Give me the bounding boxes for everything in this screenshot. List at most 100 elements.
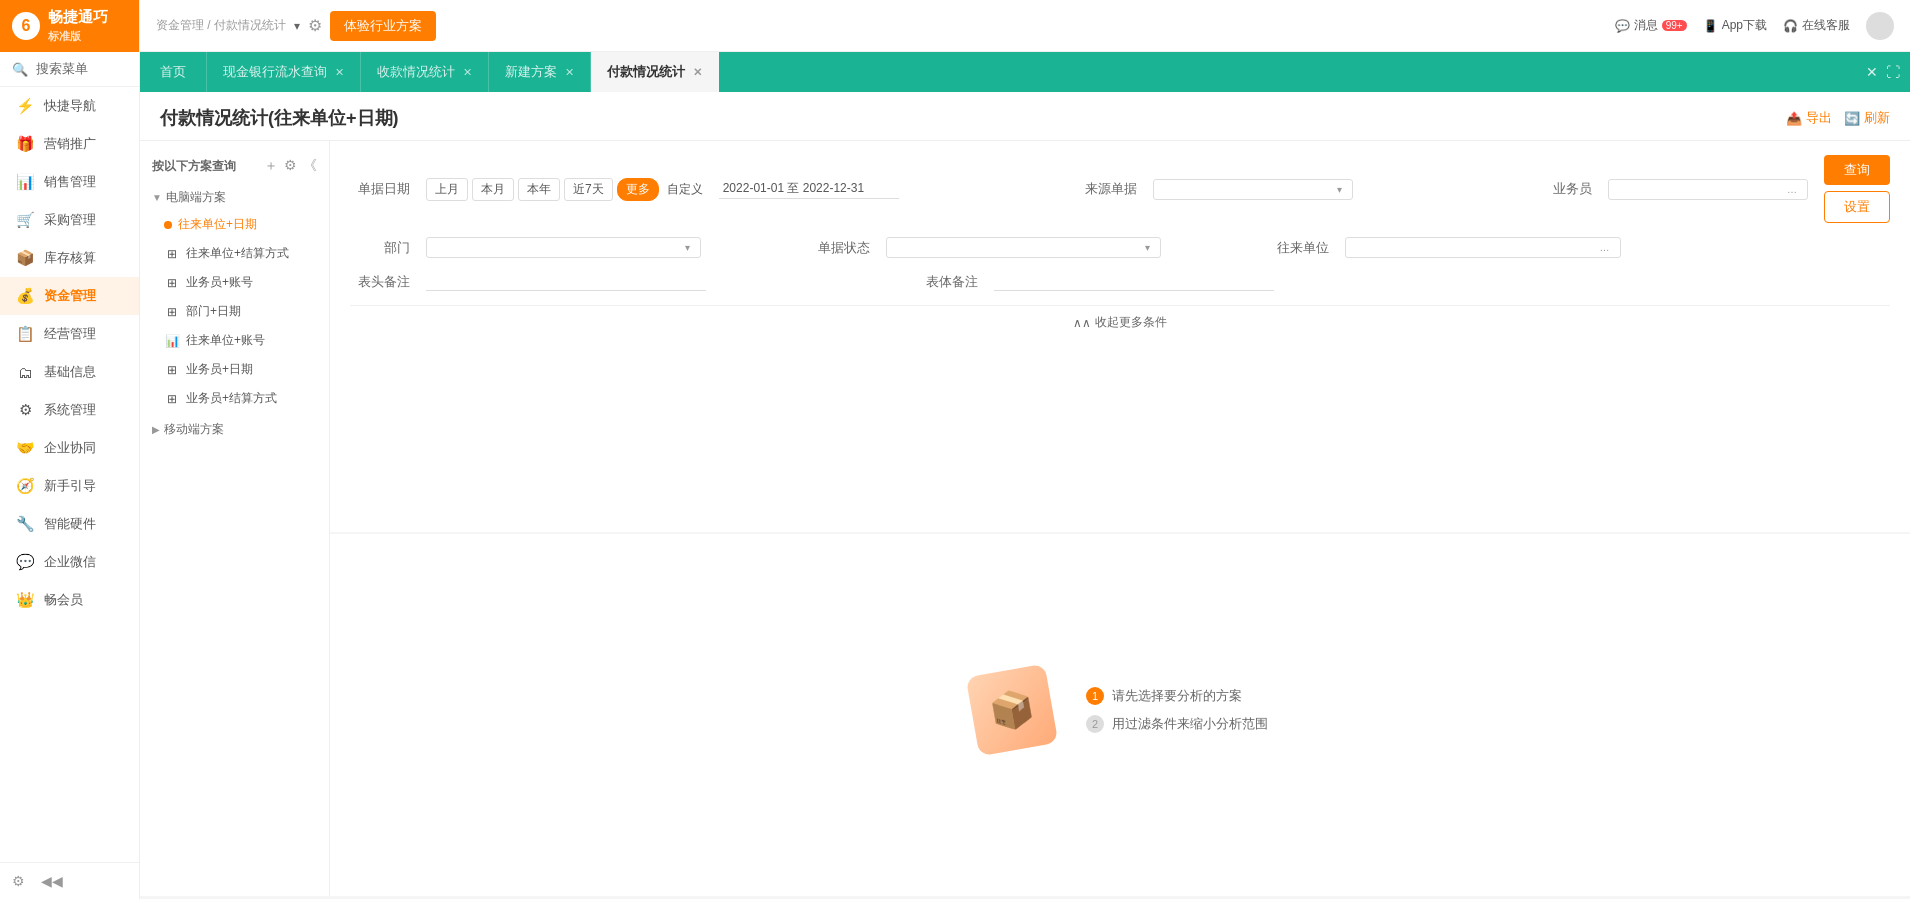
this-year-btn[interactable]: 本年 bbox=[518, 178, 560, 201]
user-avatar[interactable] bbox=[1866, 12, 1894, 40]
trial-btn[interactable]: 体验行业方案 bbox=[330, 11, 436, 41]
sidebar-item-label: 畅会员 bbox=[44, 591, 83, 609]
doc-status-select[interactable]: ▾ bbox=[886, 237, 1161, 258]
tab-close-icon[interactable]: ✕ bbox=[565, 66, 574, 79]
sidebar-item-operation[interactable]: 📋 经营管理 bbox=[0, 315, 139, 353]
settings-gear-btn[interactable]: ⚙ bbox=[308, 16, 322, 35]
export-btn[interactable]: 📤 导出 bbox=[1786, 109, 1832, 127]
tab-close-icon[interactable]: ✕ bbox=[335, 66, 344, 79]
sidebar-item-hardware[interactable]: 🔧 智能硬件 bbox=[0, 505, 139, 543]
scheme-item-contact-settle[interactable]: ⊞ 往来单位+结算方式 bbox=[140, 239, 329, 268]
empty-tip-2: 2 用过滤条件来缩小分析范围 bbox=[1086, 715, 1268, 733]
logo-text: 畅捷通巧 bbox=[48, 8, 108, 27]
tab-maximize-icon[interactable]: ⛶ bbox=[1886, 64, 1900, 80]
sidebar-item-marketing[interactable]: 🎁 营销推广 bbox=[0, 125, 139, 163]
refresh-btn[interactable]: 🔄 刷新 bbox=[1844, 109, 1890, 127]
app-download-btn[interactable]: 📱 App下载 bbox=[1703, 17, 1767, 34]
mobile-scheme-title[interactable]: ▶ 移动端方案 bbox=[140, 417, 329, 442]
tab-home[interactable]: 首页 bbox=[140, 52, 207, 92]
this-month-btn[interactable]: 本月 bbox=[472, 178, 514, 201]
date-input[interactable] bbox=[719, 180, 899, 199]
scheme-item-contact-date[interactable]: 往来单位+日期 bbox=[140, 210, 329, 239]
collapse-label: 收起更多条件 bbox=[1095, 314, 1167, 331]
tab-receipt-stat[interactable]: 收款情况统计 ✕ bbox=[361, 52, 489, 92]
tab-new-scheme[interactable]: 新建方案 ✕ bbox=[489, 52, 591, 92]
marketing-icon: 🎁 bbox=[16, 135, 34, 153]
sidebar-search[interactable]: 🔍 搜索菜单 bbox=[0, 52, 139, 87]
query-btn[interactable]: 查询 bbox=[1824, 155, 1890, 185]
scheme-item-label: 部门+日期 bbox=[186, 303, 241, 320]
sidebar-item-label: 销售管理 bbox=[44, 173, 96, 191]
collapse-arrow-icon: ▼ bbox=[152, 192, 162, 203]
breadcrumb-dropdown[interactable]: ▾ bbox=[294, 19, 300, 33]
chevron-down-icon: ▾ bbox=[1337, 184, 1342, 195]
sidebar-item-label: 营销推广 bbox=[44, 135, 96, 153]
collapse-btn[interactable]: ∧∧ 收起更多条件 bbox=[1073, 314, 1167, 331]
finance-icon: 💰 bbox=[16, 287, 34, 305]
scheme-panel: 按以下方案查询 ＋ ⚙ 《 ▼ 电脑端方案 往来单位+日期 ⊞ bbox=[140, 141, 330, 896]
add-scheme-btn[interactable]: ＋ bbox=[264, 157, 278, 175]
sidebar-item-enterprise[interactable]: 🤝 企业协同 bbox=[0, 429, 139, 467]
desktop-scheme-label: 电脑端方案 bbox=[166, 189, 226, 206]
body-note-input[interactable] bbox=[994, 272, 1274, 291]
header-note-input[interactable] bbox=[426, 272, 706, 291]
chevron-down-icon: ▾ bbox=[294, 19, 300, 33]
mobile-scheme-group: ▶ 移动端方案 bbox=[140, 417, 329, 442]
sidebar-nav: ⚡ 快捷导航 🎁 营销推广 📊 销售管理 🛒 采购管理 📦 库存核算 💰 资金管… bbox=[0, 87, 139, 862]
operation-icon: 📋 bbox=[16, 325, 34, 343]
more-btn[interactable]: 更多 bbox=[617, 178, 659, 201]
body-note-label: 表体备注 bbox=[918, 273, 978, 291]
ellipsis-icon: … bbox=[1600, 242, 1610, 253]
sidebar-item-member[interactable]: 👑 畅会员 bbox=[0, 581, 139, 619]
dept-select[interactable]: ▾ bbox=[426, 237, 701, 258]
sidebar-item-finance[interactable]: 💰 资金管理 bbox=[0, 277, 139, 315]
purchase-icon: 🛒 bbox=[16, 211, 34, 229]
tip-num-1: 1 bbox=[1086, 687, 1104, 705]
tab-close-icon[interactable]: ✕ bbox=[693, 66, 702, 79]
scheme-item-dept-date[interactable]: ⊞ 部门+日期 bbox=[140, 297, 329, 326]
chevron-down-icon: ▾ bbox=[1145, 242, 1150, 253]
scheme-item-staff-date[interactable]: ⊞ 业务员+日期 bbox=[140, 355, 329, 384]
last-month-btn[interactable]: 上月 bbox=[426, 178, 468, 201]
contact-select[interactable]: … bbox=[1345, 237, 1620, 258]
source-label: 来源单据 bbox=[1077, 180, 1137, 198]
expand-arrow-icon: ▶ bbox=[152, 424, 160, 435]
mobile-scheme-label: 移动端方案 bbox=[164, 421, 224, 438]
staff-select[interactable]: … bbox=[1608, 179, 1808, 200]
sidebar-item-quick-nav[interactable]: ⚡ 快捷导航 bbox=[0, 87, 139, 125]
sidebar-item-label: 快捷导航 bbox=[44, 97, 96, 115]
hardware-icon: 🔧 bbox=[16, 515, 34, 533]
sidebar-item-guide[interactable]: 🧭 新手引导 bbox=[0, 467, 139, 505]
source-select[interactable]: ▾ bbox=[1153, 179, 1353, 200]
search-label: 搜索菜单 bbox=[36, 60, 88, 78]
sidebar-item-basic[interactable]: 🗂 基础信息 bbox=[0, 353, 139, 391]
active-indicator bbox=[164, 221, 172, 229]
tip-text-2: 用过滤条件来缩小分析范围 bbox=[1112, 715, 1268, 733]
tab-bank-flow[interactable]: 现金银行流水查询 ✕ bbox=[207, 52, 361, 92]
messages-btn[interactable]: 💬 消息 99+ bbox=[1615, 17, 1687, 34]
online-service-btn[interactable]: 🎧 在线客服 bbox=[1783, 17, 1850, 34]
sidebar-item-system[interactable]: ⚙ 系统管理 bbox=[0, 391, 139, 429]
collapse-scheme-btn[interactable]: 《 bbox=[303, 157, 317, 175]
desktop-scheme-title[interactable]: ▼ 电脑端方案 bbox=[140, 185, 329, 210]
scheme-header: 按以下方案查询 ＋ ⚙ 《 bbox=[140, 151, 329, 185]
sidebar-item-wechat[interactable]: 💬 企业微信 bbox=[0, 543, 139, 581]
sidebar-item-sales[interactable]: 📊 销售管理 bbox=[0, 163, 139, 201]
manage-scheme-btn[interactable]: ⚙ bbox=[284, 157, 297, 175]
footer-collapse-btn[interactable]: ◀◀ bbox=[41, 873, 63, 889]
scheme-item-staff-account[interactable]: ⊞ 业务员+账号 bbox=[140, 268, 329, 297]
footer-settings-btn[interactable]: ⚙ bbox=[12, 873, 25, 889]
tab-payment-stat-label: 付款情况统计 bbox=[607, 63, 685, 81]
last-7-btn[interactable]: 近7天 bbox=[564, 178, 613, 201]
date-range-btns: 上月 本月 本年 近7天 更多 自定义 bbox=[426, 178, 703, 201]
sidebar-item-purchase[interactable]: 🛒 采购管理 bbox=[0, 201, 139, 239]
scheme-item-contact-account[interactable]: 📊 往来单位+账号 bbox=[140, 326, 329, 355]
tab-close-icon[interactable]: ✕ bbox=[463, 66, 472, 79]
tab-payment-stat[interactable]: 付款情况统计 ✕ bbox=[591, 52, 719, 92]
filter-actions: 查询 设置 bbox=[1824, 155, 1890, 223]
tab-close-all-icon[interactable]: ✕ bbox=[1866, 64, 1878, 80]
scheme-item-staff-settle[interactable]: ⊞ 业务员+结算方式 bbox=[140, 384, 329, 413]
setting-btn[interactable]: 设置 bbox=[1824, 191, 1890, 223]
right-panel: 单据日期 上月 本月 本年 近7天 更多 自定义 来源单据 ▾ bbox=[330, 141, 1910, 896]
sidebar-item-stock[interactable]: 📦 库存核算 bbox=[0, 239, 139, 277]
